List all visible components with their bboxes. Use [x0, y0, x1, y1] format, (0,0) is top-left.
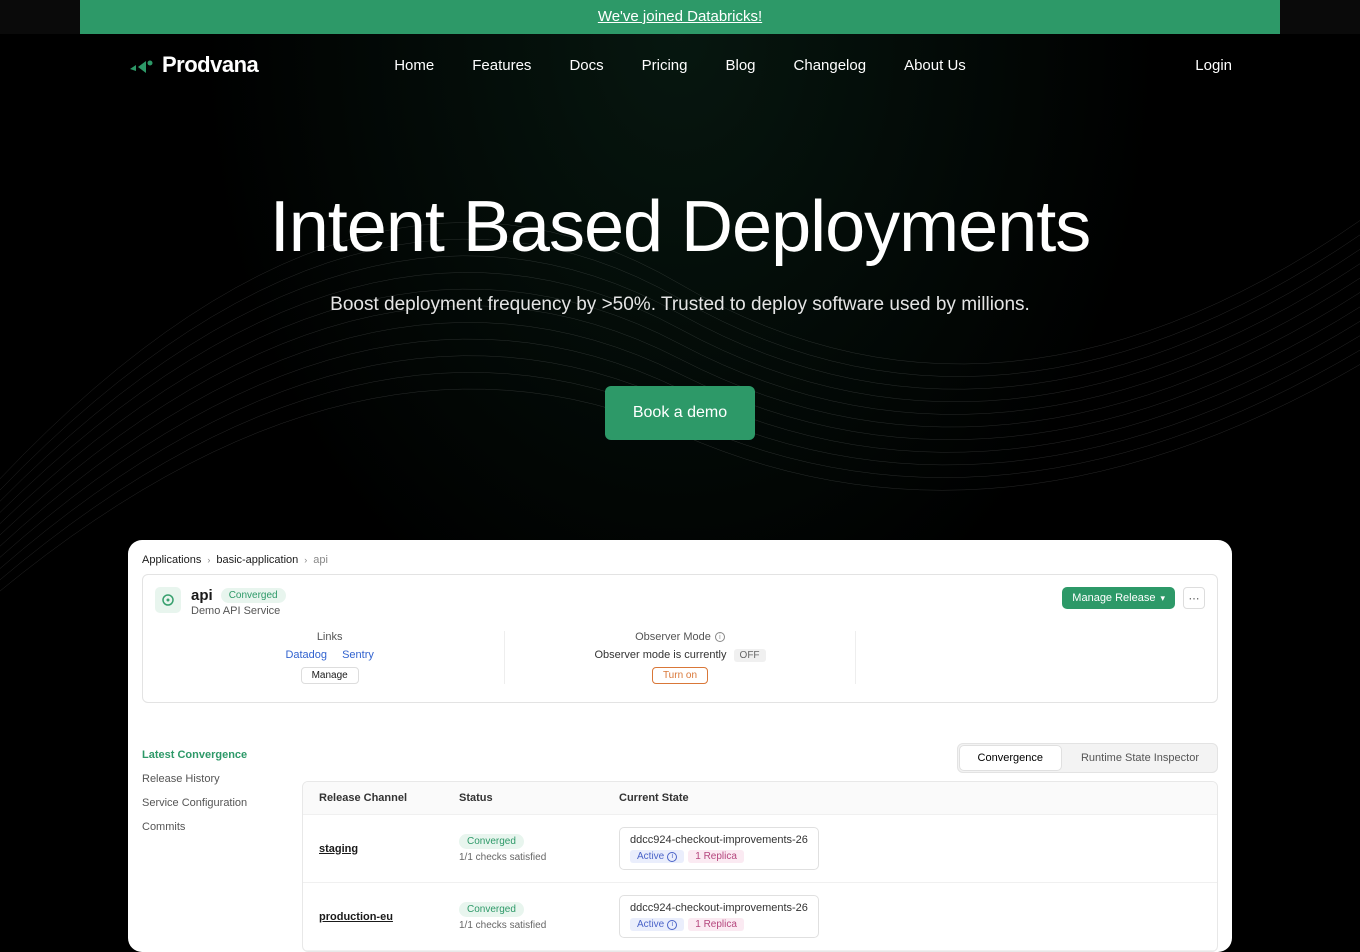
- book-demo-button[interactable]: Book a demo: [605, 386, 755, 440]
- nav-features[interactable]: Features: [472, 57, 531, 74]
- status-badge: Converged: [221, 588, 286, 603]
- manage-release-button[interactable]: Manage Release ▾: [1062, 587, 1175, 609]
- sidebar-service-configuration[interactable]: Service Configuration: [142, 791, 272, 815]
- main-content: Convergence Runtime State Inspector Rele…: [302, 743, 1218, 952]
- nav-pricing[interactable]: Pricing: [642, 57, 688, 74]
- col-status: Status: [459, 792, 619, 804]
- service-card: api Converged Demo API Service Manage Re…: [142, 574, 1218, 703]
- info-icon[interactable]: i: [715, 632, 725, 642]
- ellipsis-icon: ⋯: [1189, 592, 1200, 605]
- row-status-badge: Converged: [459, 902, 524, 917]
- extra-column: [856, 631, 1205, 684]
- table-row: production-eu Converged 1/1 checks satis…: [303, 883, 1217, 951]
- col-release-channel: Release Channel: [319, 792, 459, 804]
- current-state-box: ddcc924-checkout-improvements-26 Active …: [619, 827, 819, 870]
- release-table: Release Channel Status Current State sta…: [302, 781, 1218, 952]
- sidebar: Latest Convergence Release History Servi…: [142, 743, 272, 952]
- row-checks: 1/1 checks satisfied: [459, 920, 619, 931]
- links-column: Links Datadog Sentry Manage: [155, 631, 505, 684]
- row-status-badge: Converged: [459, 834, 524, 849]
- current-state-box: ddcc924-checkout-improvements-26 Active …: [619, 895, 819, 938]
- chevron-down-icon: ▾: [1160, 593, 1165, 604]
- sidebar-commits[interactable]: Commits: [142, 815, 272, 839]
- service-icon: [155, 587, 181, 613]
- link-datadog[interactable]: Datadog: [285, 649, 327, 661]
- main-nav: Home Features Docs Pricing Blog Changelo…: [394, 57, 966, 74]
- logo[interactable]: Prodvana: [128, 52, 258, 78]
- replica-tag: 1 Replica: [688, 918, 744, 931]
- hero-title: Intent Based Deployments: [0, 186, 1360, 268]
- channel-production-eu[interactable]: production-eu: [319, 911, 393, 923]
- app-screenshot-panel: Applications › basic-application › api a…: [128, 540, 1232, 952]
- breadcrumb-item[interactable]: basic-application: [216, 554, 298, 566]
- info-icon[interactable]: i: [667, 852, 677, 862]
- commit-text: ddcc924-checkout-improvements-26: [630, 834, 808, 846]
- chevron-right-icon: ›: [207, 555, 210, 565]
- breadcrumb: Applications › basic-application › api: [142, 552, 1218, 574]
- view-segmented-control: Convergence Runtime State Inspector: [957, 743, 1218, 773]
- observer-label: Observer Mode: [635, 631, 711, 643]
- hero-subtitle: Boost deployment frequency by >50%. Trus…: [0, 294, 1360, 316]
- login-link[interactable]: Login: [1195, 57, 1232, 74]
- sidebar-latest-convergence[interactable]: Latest Convergence: [142, 743, 272, 767]
- links-label: Links: [165, 631, 494, 643]
- channel-staging[interactable]: staging: [319, 843, 358, 855]
- site-header: Prodvana Home Features Docs Pricing Blog…: [0, 34, 1360, 96]
- observer-line: Observer mode is currently: [594, 649, 726, 661]
- nav-docs[interactable]: Docs: [569, 57, 603, 74]
- info-icon[interactable]: i: [667, 920, 677, 930]
- table-row: staging Converged 1/1 checks satisfied d…: [303, 815, 1217, 883]
- manage-release-label: Manage Release: [1072, 592, 1155, 604]
- turn-on-button[interactable]: Turn on: [652, 667, 708, 684]
- chevron-right-icon: ›: [304, 555, 307, 565]
- more-menu-button[interactable]: ⋯: [1183, 587, 1205, 609]
- logo-text: Prodvana: [162, 52, 258, 78]
- nav-blog[interactable]: Blog: [725, 57, 755, 74]
- tab-convergence[interactable]: Convergence: [959, 745, 1062, 771]
- hero: Intent Based Deployments Boost deploymen…: [0, 96, 1360, 480]
- breadcrumb-item[interactable]: Applications: [142, 554, 201, 566]
- observer-state: OFF: [734, 649, 766, 662]
- nav-about[interactable]: About Us: [904, 57, 966, 74]
- active-tag: Active i: [630, 850, 684, 863]
- replica-tag: 1 Replica: [688, 850, 744, 863]
- nav-changelog[interactable]: Changelog: [794, 57, 867, 74]
- active-tag: Active i: [630, 918, 684, 931]
- tab-runtime-inspector[interactable]: Runtime State Inspector: [1063, 744, 1217, 772]
- service-description: Demo API Service: [191, 605, 286, 617]
- observer-column: Observer Mode i Observer mode is current…: [505, 631, 855, 684]
- announcement-banner: We've joined Databricks!: [80, 0, 1280, 34]
- breadcrumb-current: api: [313, 554, 328, 566]
- col-current-state: Current State: [619, 792, 1201, 804]
- manage-links-button[interactable]: Manage: [301, 667, 359, 684]
- row-checks: 1/1 checks satisfied: [459, 852, 619, 863]
- link-sentry[interactable]: Sentry: [342, 649, 374, 661]
- commit-text: ddcc924-checkout-improvements-26: [630, 902, 808, 914]
- service-name: api: [191, 587, 213, 604]
- nav-home[interactable]: Home: [394, 57, 434, 74]
- sidebar-release-history[interactable]: Release History: [142, 767, 272, 791]
- banner-link[interactable]: We've joined Databricks!: [598, 8, 762, 25]
- logo-icon: [128, 55, 154, 75]
